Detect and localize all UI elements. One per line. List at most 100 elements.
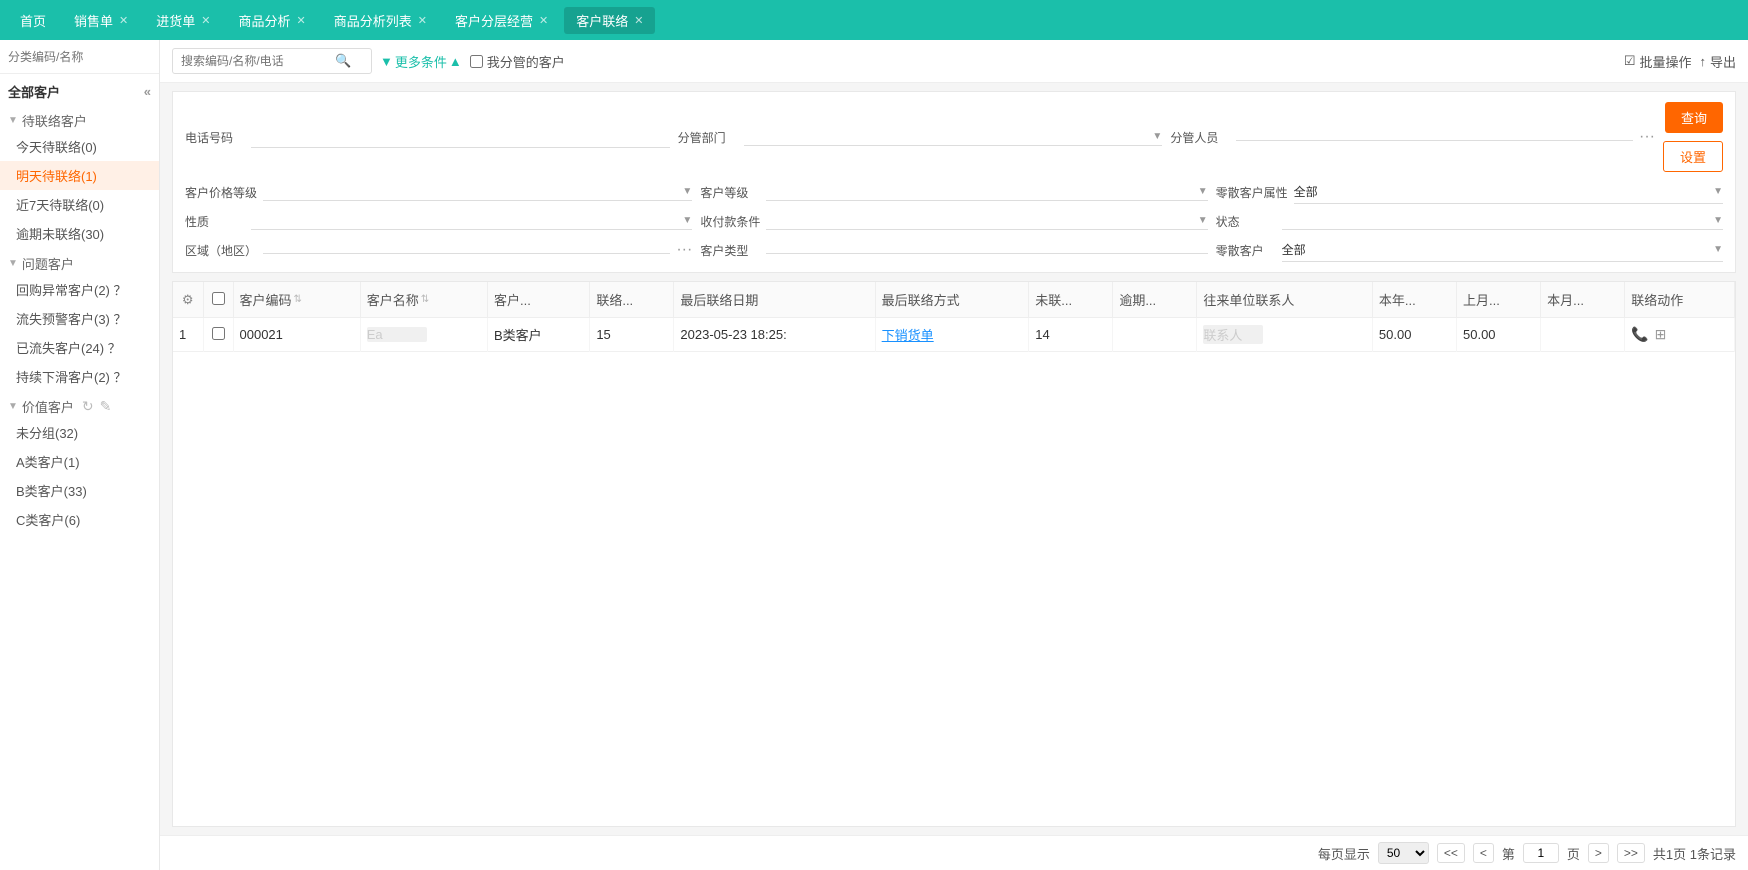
phone-action-icon[interactable]: 📞	[1631, 326, 1648, 343]
page-number-input[interactable]	[1523, 843, 1559, 863]
nav-product-analysis[interactable]: 商品分析 ✕	[226, 7, 317, 34]
more-conditions-btn[interactable]: ▼ 更多条件 ▲	[380, 52, 462, 71]
batch-operation-btn[interactable]: ☑ 批量操作	[1624, 52, 1692, 71]
nav-purchase[interactable]: 进货单 ✕	[144, 7, 222, 34]
filter-gender: 性质 ▼	[185, 212, 692, 230]
filter-manager: 分管人员 ···	[1170, 128, 1655, 146]
sidebar-search-input[interactable]	[8, 50, 160, 64]
set-button[interactable]: 设置	[1663, 141, 1723, 172]
col-unlinked-days: 未联...	[1029, 282, 1113, 318]
sidebar-item-tomorrow-contact[interactable]: 明天待联络(1)	[0, 161, 159, 190]
collapse-icon[interactable]: «	[144, 84, 151, 99]
sidebar-item-repurchase-abnormal[interactable]: 回购异常客户(2) ？	[0, 275, 159, 304]
row-checkbox[interactable]	[212, 327, 225, 340]
prev-page-btn[interactable]: <	[1473, 843, 1494, 863]
nav-customer-tier[interactable]: 客户分层经营 ✕	[443, 7, 560, 34]
action-icons-group: 📞 ⊞	[1631, 326, 1728, 343]
filter-customer-type: 客户类型	[700, 242, 1207, 259]
sidebar-item-c-class[interactable]: C类客户(6)	[0, 505, 159, 534]
section-pending-contact[interactable]: 待联络客户	[0, 105, 159, 132]
grid-action-icon[interactable]: ⊞	[1655, 326, 1667, 343]
col-last-month: 上月...	[1457, 282, 1541, 318]
last-page-btn[interactable]: >>	[1617, 843, 1645, 863]
sidebar-item-overdue-contact[interactable]: 逾期未联络(30)	[0, 219, 159, 248]
sidebar-search-area: 🔍	[0, 40, 159, 74]
filter-dept: 分管部门 ▼	[678, 128, 1163, 146]
sidebar-item-a-class[interactable]: A类客户(1)	[0, 447, 159, 476]
query-btn-group: 查询 设置	[1663, 102, 1723, 172]
sidebar-item-ungrouped[interactable]: 未分组(32)	[0, 418, 159, 447]
my-customers-checkbox-area[interactable]: 我分管的客户	[470, 52, 565, 71]
toolbar: 🔍 ▼ 更多条件 ▲ 我分管的客户 ☑ 批量操作 ↑ 导出	[160, 40, 1748, 83]
table-row: 1 000021 Ea B类客户 15 2023-05-23 18:25: 下销…	[173, 318, 1735, 352]
area-dots-btn[interactable]: ···	[676, 241, 692, 259]
close-icon[interactable]: ✕	[634, 14, 643, 27]
payment-select[interactable]: ▼	[766, 212, 1207, 230]
sort-icon[interactable]: ⇅	[421, 294, 429, 305]
row-this-month	[1541, 318, 1625, 352]
my-customers-checkbox[interactable]	[470, 55, 483, 68]
close-icon[interactable]: ✕	[201, 14, 210, 27]
col-customer-type: 客户...	[487, 282, 589, 318]
row-last-month: 50.00	[1457, 318, 1541, 352]
select-all-checkbox[interactable]	[212, 292, 225, 305]
filter-phone: 电话号码	[185, 127, 670, 148]
section-problem-customers[interactable]: 问题客户	[0, 248, 159, 275]
query-button[interactable]: 查询	[1665, 102, 1723, 133]
search-box[interactable]: 🔍	[172, 48, 372, 74]
col-last-contact-date: 最后联络日期	[674, 282, 875, 318]
close-icon[interactable]: ✕	[539, 14, 548, 27]
filter-area: 区域（地区） ···	[185, 241, 692, 259]
row-actions: 📞 ⊞	[1625, 318, 1735, 352]
row-unit-contact: 联系人	[1197, 318, 1373, 352]
close-icon[interactable]: ✕	[119, 14, 128, 27]
search-icon[interactable]: 🔍	[335, 53, 351, 69]
sidebar-item-churn-warning[interactable]: 流失预警客户(3) ？	[0, 304, 159, 333]
nav-customer-contact[interactable]: 客户联络 ✕	[564, 7, 655, 34]
retail-customer-select[interactable]: 全部 ▼	[1282, 238, 1723, 262]
next-page-btn[interactable]: >	[1588, 843, 1609, 863]
filter-retail-attr: 零散客户属性 全部 ▼	[1216, 180, 1723, 204]
gear-icon[interactable]: ⚙	[182, 292, 194, 307]
row-unlinked: 14	[1029, 318, 1113, 352]
sort-icon[interactable]: ⇅	[294, 294, 302, 305]
filter-row-3: 性质 ▼ 收付款条件 ▼ 状态	[185, 212, 1723, 230]
status-select[interactable]: ▼	[1282, 212, 1723, 230]
row-overdue	[1113, 318, 1197, 352]
settings-col: ⚙	[173, 282, 203, 318]
section-value-customers[interactable]: 价值客户 ↻ ✎	[0, 391, 159, 418]
retail-attr-select[interactable]: 全部 ▼	[1294, 180, 1723, 204]
sidebar-item-today-contact[interactable]: 今天待联络(0)	[0, 132, 159, 161]
export-btn[interactable]: ↑ 导出	[1699, 52, 1736, 71]
dept-select[interactable]: ▼	[744, 128, 1163, 146]
sidebar-item-churned[interactable]: 已流失客户(24) ？	[0, 333, 159, 362]
customer-grade-select[interactable]: ▼	[766, 183, 1207, 201]
sidebar-item-7days-contact[interactable]: 近7天待联络(0)	[0, 190, 159, 219]
filter-status: 状态 ▼	[1216, 212, 1723, 230]
manager-dots-btn[interactable]: ···	[1639, 128, 1655, 146]
sidebar-item-b-class[interactable]: B类客户(33)	[0, 476, 159, 505]
filter-retail-customer: 零散客户 全部 ▼	[1216, 238, 1723, 262]
price-grade-select[interactable]: ▼	[263, 183, 692, 201]
per-page-select[interactable]: 50 100 200	[1378, 842, 1429, 864]
row-customer-type: B类客户	[487, 318, 589, 352]
search-input[interactable]	[181, 54, 331, 68]
contact-method-link[interactable]: 下销货单	[882, 328, 934, 343]
first-page-btn[interactable]: <<	[1437, 843, 1465, 863]
col-this-year: 本年...	[1372, 282, 1456, 318]
table-footer: 每页显示 50 100 200 << < 第 页 > >> 共1页 1条记录	[160, 835, 1748, 870]
sidebar-item-declining[interactable]: 持续下滑客户(2) ？	[0, 362, 159, 391]
filter-customer-grade: 客户等级 ▼	[700, 183, 1207, 201]
close-icon[interactable]: ✕	[297, 14, 306, 27]
nav-sales[interactable]: 销售单 ✕	[62, 7, 140, 34]
chevron-up-icon: ▲	[449, 54, 462, 69]
phone-input[interactable]	[251, 127, 670, 148]
close-icon[interactable]: ✕	[418, 14, 427, 27]
nav-home[interactable]: 首页	[8, 7, 58, 34]
row-code: 000021	[233, 318, 360, 352]
gender-select[interactable]: ▼	[251, 212, 692, 230]
nav-product-list[interactable]: 商品分析列表 ✕	[322, 7, 439, 34]
col-this-month: 本月...	[1541, 282, 1625, 318]
row-last-contact-date: 2023-05-23 18:25:	[674, 318, 875, 352]
col-unit-contact: 往来单位联系人	[1197, 282, 1373, 318]
